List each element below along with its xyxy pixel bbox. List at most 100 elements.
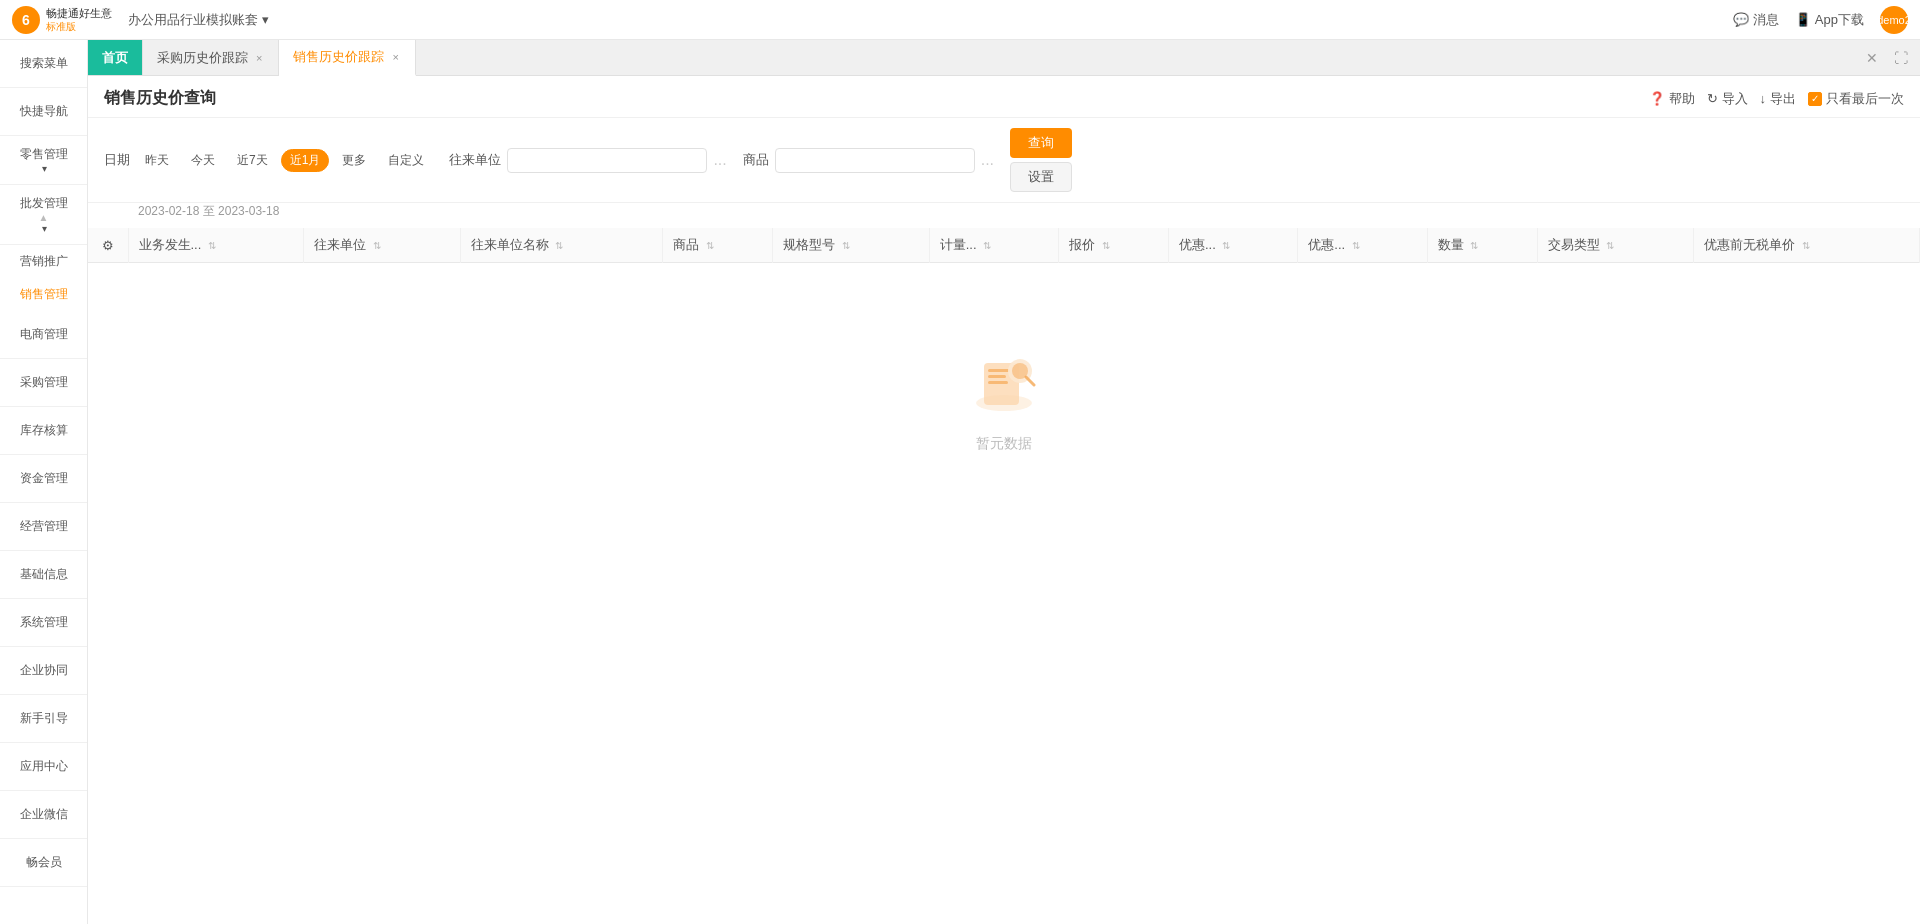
date-opt-more[interactable]: 更多 — [333, 149, 375, 172]
empty-text: 暂元数据 — [976, 435, 1032, 453]
sidebar-item-wechat[interactable]: 企业微信 — [0, 791, 87, 839]
only-last-checkbox[interactable]: ✓ 只看最后一次 — [1808, 90, 1904, 108]
col-trade-type[interactable]: 交易类型 ⇅ — [1537, 228, 1693, 263]
col-spec[interactable]: 规格型号 ⇅ — [773, 228, 929, 263]
logo-area: 6 畅捷通好生意 标准版 — [12, 6, 112, 34]
user-profile[interactable]: demo2 — [1880, 6, 1908, 34]
svg-rect-3 — [988, 375, 1006, 378]
checkbox-icon: ✓ — [1808, 92, 1822, 106]
sidebar-item-finance[interactable]: 资金管理 — [0, 455, 87, 503]
tab-close-sales[interactable]: × — [390, 50, 400, 64]
partner-select-btn[interactable]: ... — [713, 151, 726, 169]
export-btn[interactable]: ↓ 导出 — [1760, 90, 1797, 108]
sort-arrows-quantity: ⇅ — [1470, 240, 1478, 251]
import-icon: ↻ — [1707, 91, 1718, 106]
date-opt-last1m[interactable]: 近1月 — [281, 149, 330, 172]
partner-label: 往来单位 — [449, 151, 501, 169]
sidebar-item-basics[interactable]: 基础信息 — [0, 551, 87, 599]
sidebar-item-retail[interactable]: 零售管理 — [0, 136, 87, 185]
query-button[interactable]: 查询 — [1010, 128, 1072, 158]
page-header-actions: ❓ 帮助 ↻ 导入 ↓ 导出 ✓ 只看最后一次 — [1649, 90, 1905, 108]
date-opt-today[interactable]: 今天 — [182, 149, 224, 172]
sort-arrows-pretax-price: ⇅ — [1802, 240, 1810, 251]
col-partner-code[interactable]: 往来单位 ⇅ — [304, 228, 460, 263]
content-area: 首页 采购历史价跟踪 × 销售历史价跟踪 × ✕ ⛶ 销售历史价查询 — [88, 40, 1920, 924]
sidebar-item-search[interactable]: 搜索菜单 — [0, 40, 87, 88]
sidebar-item-member[interactable]: 畅会员 — [0, 839, 87, 887]
empty-state: 暂元数据 — [88, 263, 1920, 533]
sidebar-item-guide[interactable]: 新手引导 — [0, 695, 87, 743]
col-quantity[interactable]: 数量 ⇅ — [1427, 228, 1537, 263]
query-btn-area: 查询 设置 — [1010, 128, 1072, 192]
page-header: 销售历史价查询 ❓ 帮助 ↻ 导入 ↓ 导出 ✓ — [88, 76, 1920, 118]
product-input[interactable] — [775, 148, 975, 173]
main-layout: 搜索菜单 快捷导航 零售管理 批发管理 ▲ 营销推广 销售管理 电商管理 采购管… — [0, 40, 1920, 924]
col-settings[interactable]: ⚙ — [88, 228, 128, 263]
logo-icon: 6 — [12, 6, 40, 34]
close-window-btn[interactable]: ✕ — [1862, 46, 1882, 70]
col-pretax-price[interactable]: 优惠前无税单价 ⇅ — [1693, 228, 1919, 263]
sort-arrows-price: ⇅ — [1102, 240, 1110, 251]
help-btn[interactable]: ❓ 帮助 — [1649, 90, 1695, 108]
col-partner-name[interactable]: 往来单位名称 ⇅ — [460, 228, 663, 263]
sort-arrows-trade-type: ⇅ — [1606, 240, 1614, 251]
tab-close-purchase[interactable]: × — [254, 51, 264, 65]
maximize-btn[interactable]: ⛶ — [1890, 46, 1912, 70]
app-icon: 📱 — [1795, 12, 1811, 27]
date-opt-custom[interactable]: 自定义 — [379, 149, 433, 172]
sort-arrows-discount2: ⇅ — [1352, 240, 1360, 251]
top-bar: 6 畅捷通好生意 标准版 办公用品行业模拟账套 ▾ 💬 消息 📱 App下载 d… — [0, 0, 1920, 40]
col-unit[interactable]: 计量... ⇅ — [929, 228, 1058, 263]
sidebar-item-ecommerce[interactable]: 电商管理 — [0, 311, 87, 359]
tab-bar: 首页 采购历史价跟踪 × 销售历史价跟踪 × ✕ ⛶ — [88, 40, 1920, 76]
partner-input[interactable] — [507, 148, 707, 173]
svg-rect-2 — [988, 369, 1010, 372]
top-bar-right: 💬 消息 📱 App下载 demo2 — [1733, 6, 1908, 34]
sidebar-item-operations[interactable]: 经营管理 — [0, 503, 87, 551]
filter-bar: 日期 昨天 今天 近7天 近1月 更多 自定义 往来单位 ... — [88, 118, 1920, 203]
col-discount2[interactable]: 优惠... ⇅ — [1298, 228, 1427, 263]
sidebar-item-cooperation[interactable]: 企业协同 — [0, 647, 87, 695]
page-title: 销售历史价查询 — [104, 88, 216, 109]
table-header-row: ⚙ 业务发生... ⇅ 往来单位 ⇅ 往来单位名称 — [88, 228, 1920, 263]
partner-filter-group: 往来单位 ... — [449, 148, 726, 173]
message-action[interactable]: 💬 消息 — [1733, 11, 1779, 29]
settings-button[interactable]: 设置 — [1010, 162, 1072, 192]
sidebar: 搜索菜单 快捷导航 零售管理 批发管理 ▲ 营销推广 销售管理 电商管理 采购管… — [0, 40, 88, 924]
chevron-down-icon: ▾ — [262, 12, 269, 27]
import-btn[interactable]: ↻ 导入 — [1707, 90, 1748, 108]
col-biz-date[interactable]: 业务发生... ⇅ — [128, 228, 304, 263]
date-options: 昨天 今天 近7天 近1月 更多 自定义 — [136, 149, 433, 172]
sort-arrows-product: ⇅ — [706, 240, 714, 251]
col-discount1[interactable]: 优惠... ⇅ — [1168, 228, 1297, 263]
sidebar-item-marketing[interactable]: 营销推广 — [0, 245, 87, 278]
tab-purchase[interactable]: 采购历史价跟踪 × — [143, 40, 279, 75]
date-label: 日期 — [104, 151, 130, 169]
top-bar-left: 6 畅捷通好生意 标准版 办公用品行业模拟账套 ▾ — [12, 6, 277, 34]
data-table: ⚙ 业务发生... ⇅ 往来单位 ⇅ 往来单位名称 — [88, 228, 1920, 263]
sort-arrows-unit: ⇅ — [983, 240, 991, 251]
product-select-btn[interactable]: ... — [981, 151, 994, 169]
sidebar-item-wholesale[interactable]: 批发管理 ▲ — [0, 185, 87, 245]
wholesale-label: 批发管理 — [20, 195, 68, 212]
sidebar-item-inventory[interactable]: 库存核算 — [0, 407, 87, 455]
date-opt-yesterday[interactable]: 昨天 — [136, 149, 178, 172]
col-price[interactable]: 报价 ⇅ — [1058, 228, 1168, 263]
date-opt-last7[interactable]: 近7天 — [228, 149, 277, 172]
company-selector[interactable]: 办公用品行业模拟账套 ▾ — [120, 7, 277, 33]
retail-label: 零售管理 — [20, 146, 68, 163]
sidebar-item-sales-mgmt[interactable]: 销售管理 — [0, 278, 87, 311]
sidebar-item-app-center[interactable]: 应用中心 — [0, 743, 87, 791]
sidebar-item-shortcut[interactable]: 快捷导航 — [0, 88, 87, 136]
sidebar-item-system[interactable]: 系统管理 — [0, 599, 87, 647]
logo-text: 畅捷通好生意 标准版 — [46, 6, 112, 33]
date-range-display: 2023-02-18 至 2023-03-18 — [88, 203, 1920, 228]
tab-sales[interactable]: 销售历史价跟踪 × — [279, 40, 415, 76]
chevron-down-icon: ▲ — [39, 212, 49, 223]
svg-rect-4 — [988, 381, 1008, 384]
col-product[interactable]: 商品 ⇅ — [663, 228, 773, 263]
sidebar-item-purchase[interactable]: 采购管理 — [0, 359, 87, 407]
tab-home[interactable]: 首页 — [88, 40, 143, 75]
app-download-action[interactable]: 📱 App下载 — [1795, 11, 1864, 29]
sort-arrows-partner-name: ⇅ — [555, 240, 563, 251]
